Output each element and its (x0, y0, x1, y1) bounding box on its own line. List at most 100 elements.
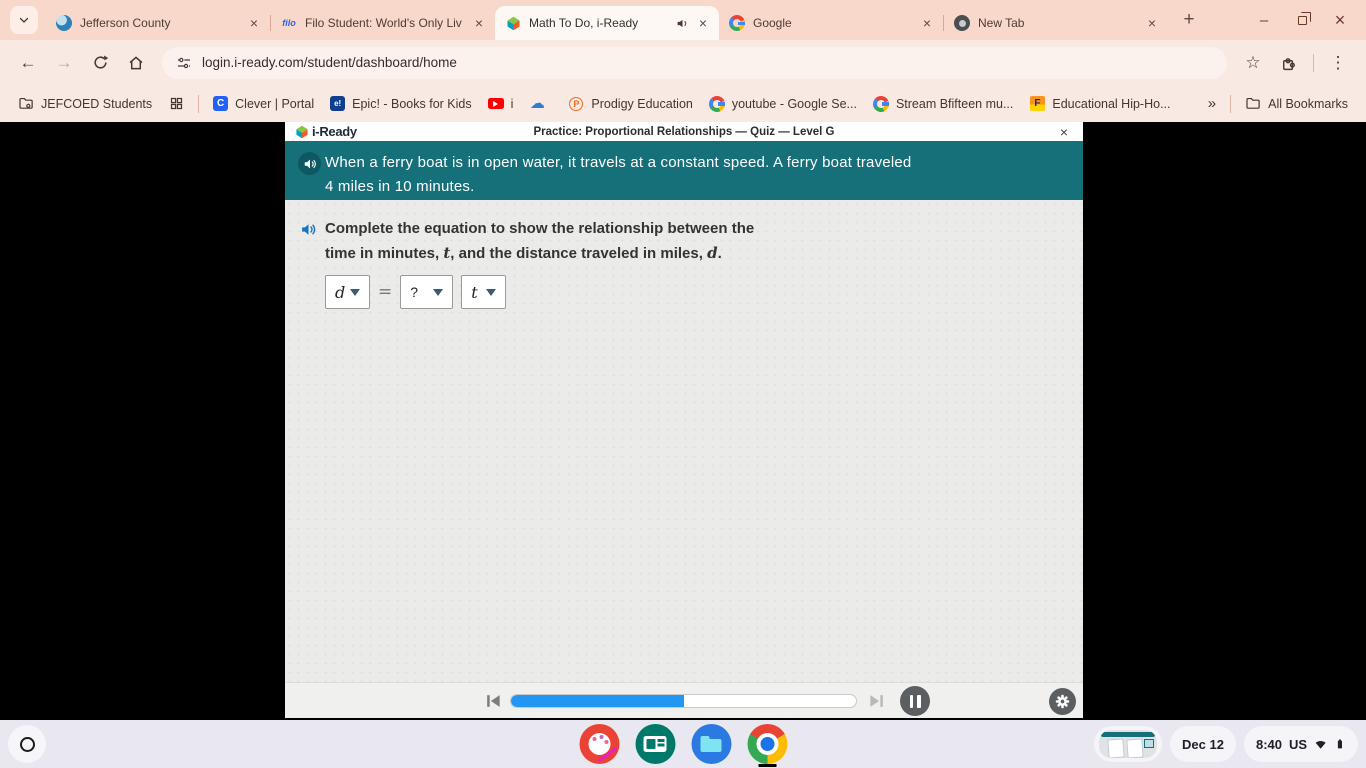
equation-row: d = ? t (325, 275, 1043, 309)
question-text: Complete the equation to show the relati… (325, 217, 1043, 266)
question-audio-button[interactable] (300, 221, 317, 238)
google-icon (708, 95, 725, 112)
tab-close-icon[interactable]: × (919, 15, 935, 31)
tab-strip: Jefferson County × filo Filo Student: Wo… (0, 0, 1366, 40)
bookmark-star-button[interactable]: ☆ (1238, 48, 1268, 78)
tab-audio-playing-icon[interactable] (676, 17, 689, 30)
chrome-app-icon[interactable] (747, 723, 788, 767)
question-line-2: time in minutes, t, and the distance tra… (325, 244, 722, 262)
tab-filo-student[interactable]: filo Filo Student: World's Only Liv × (271, 6, 495, 40)
bookmarks-overflow-button[interactable]: » (1200, 95, 1224, 112)
battery-icon (1338, 739, 1343, 749)
bookmark-youtube-google-search[interactable]: youtube - Google Se... (701, 91, 865, 117)
pause-button[interactable] (900, 686, 930, 716)
folder-icon (1245, 96, 1261, 112)
quiz-close-button[interactable]: × (1055, 124, 1073, 140)
tab-search-button[interactable] (10, 6, 38, 34)
bookmark-educational-hiphop[interactable]: F Educational Hip-Ho... (1021, 91, 1178, 117)
equation-dropdown-coefficient[interactable]: ? (400, 275, 454, 309)
browser-menu-button[interactable]: ⋮ (1323, 48, 1353, 78)
reload-button[interactable] (85, 48, 115, 78)
gallery-app-icon[interactable] (635, 723, 676, 764)
settings-button[interactable] (1049, 688, 1076, 715)
i-ready-quiz-window: i-Ready Practice: Proportional Relations… (285, 122, 1083, 718)
back-button[interactable]: ← (13, 48, 43, 78)
browser-toolbar: ← → login.i-ready.com/student/dashboard/… (0, 40, 1366, 85)
bookmark-prodigy-education[interactable]: P Prodigy Education (560, 91, 700, 117)
keyboard-layout: US (1289, 736, 1308, 752)
chrome-dark-favicon (954, 15, 970, 31)
launcher-button[interactable] (8, 725, 46, 763)
equation-dropdown-left[interactable]: d (325, 275, 370, 309)
bookmarks-separator (198, 94, 200, 113)
tab-close-icon[interactable]: × (1144, 15, 1160, 31)
bookmark-clever-portal[interactable]: C Clever | Portal (205, 91, 322, 117)
system-tray[interactable]: 8:40 US (1244, 726, 1358, 762)
google-favicon (729, 15, 745, 31)
date-pill[interactable]: Dec 12 (1170, 726, 1236, 762)
palette-icon (588, 732, 617, 762)
skip-forward-button[interactable] (867, 691, 887, 711)
tab-new-tab[interactable]: New Tab × (944, 6, 1168, 40)
window-restore-button[interactable] (1294, 11, 1311, 28)
files-app-icon[interactable] (691, 723, 732, 764)
screenshot-thumbnail[interactable] (1099, 730, 1157, 758)
player-progress-fill (511, 695, 684, 707)
bookmark-youtube-i[interactable]: i (480, 91, 522, 117)
bookmark-jefcoed-students[interactable]: JEFCOED Students (10, 91, 160, 117)
tab-close-icon[interactable]: × (471, 15, 487, 31)
extensions-button[interactable] (1274, 48, 1304, 78)
tab-google[interactable]: Google × (719, 6, 943, 40)
window-close-button[interactable]: × (1332, 10, 1348, 30)
url-bar[interactable]: login.i-ready.com/student/dashboard/home (162, 46, 1227, 79)
bookmark-cloud-app[interactable]: ☁ (521, 91, 560, 117)
dropdown-value: t (471, 282, 478, 302)
variable-d: d (707, 244, 718, 262)
equation-dropdown-right[interactable]: t (461, 275, 507, 309)
quiz-title: Practice: Proportional Relationships — Q… (533, 125, 835, 138)
speaker-icon (302, 224, 316, 235)
filo-favicon: filo (282, 18, 296, 28)
tab-title: Google (753, 16, 792, 30)
pause-icon (909, 694, 913, 708)
bookmark-label: Epic! - Books for Kids (352, 96, 472, 111)
quiz-header: i-Ready Practice: Proportional Relations… (285, 122, 1083, 141)
equals-sign: = (378, 282, 393, 302)
all-bookmarks-button[interactable]: All Bookmarks (1237, 91, 1356, 117)
dropdown-arrow-icon (486, 288, 497, 296)
speaker-icon (304, 159, 316, 168)
new-tab-button[interactable]: + (1176, 7, 1202, 33)
chrome-logo-icon (747, 723, 787, 764)
skip-back-icon (487, 695, 500, 707)
dropdown-arrow-icon (350, 288, 360, 296)
epic-icon: e! (330, 96, 346, 111)
prompt-audio-button[interactable] (298, 152, 321, 175)
bookmark-stream-bfifteen[interactable]: Stream Bfifteen mu... (865, 91, 1021, 117)
managed-folder-icon (18, 96, 34, 112)
bookmarks-separator (1230, 94, 1232, 113)
tab-math-to-do-iready[interactable]: Math To Do, i-Ready × (495, 6, 719, 40)
audio-progress-bar[interactable] (510, 694, 857, 708)
tab-jefferson-county[interactable]: Jefferson County × (46, 6, 270, 40)
tab-close-icon[interactable]: × (695, 15, 711, 31)
window-minimize-button[interactable]: – (1256, 12, 1272, 29)
tab-title: Jefferson County (80, 16, 171, 30)
audio-player-bar (285, 682, 1083, 718)
puzzle-icon (1283, 57, 1295, 70)
url-text[interactable]: login.i-ready.com/student/dashboard/home (202, 55, 457, 70)
site-info-icon[interactable] (176, 55, 192, 71)
apps-grid-icon[interactable] (168, 96, 184, 112)
skip-back-button[interactable] (483, 691, 503, 711)
home-button[interactable] (121, 48, 151, 78)
shelf-apps (579, 723, 788, 767)
media-card-icon (643, 735, 667, 752)
active-app-indicator (758, 764, 776, 767)
forward-button[interactable]: → (49, 48, 79, 78)
holding-space-tote[interactable] (1094, 726, 1162, 762)
prompt-line-1: When a ferry boat is in open water, it t… (325, 154, 912, 171)
bookmark-epic-books[interactable]: e! Epic! - Books for Kids (322, 91, 480, 117)
tab-title: Filo Student: World's Only Liv (305, 16, 462, 30)
tab-close-icon[interactable]: × (246, 15, 262, 31)
shelf-status-area: Dec 12 8:40 US (1094, 726, 1358, 762)
canvas-app-icon[interactable] (579, 723, 620, 764)
